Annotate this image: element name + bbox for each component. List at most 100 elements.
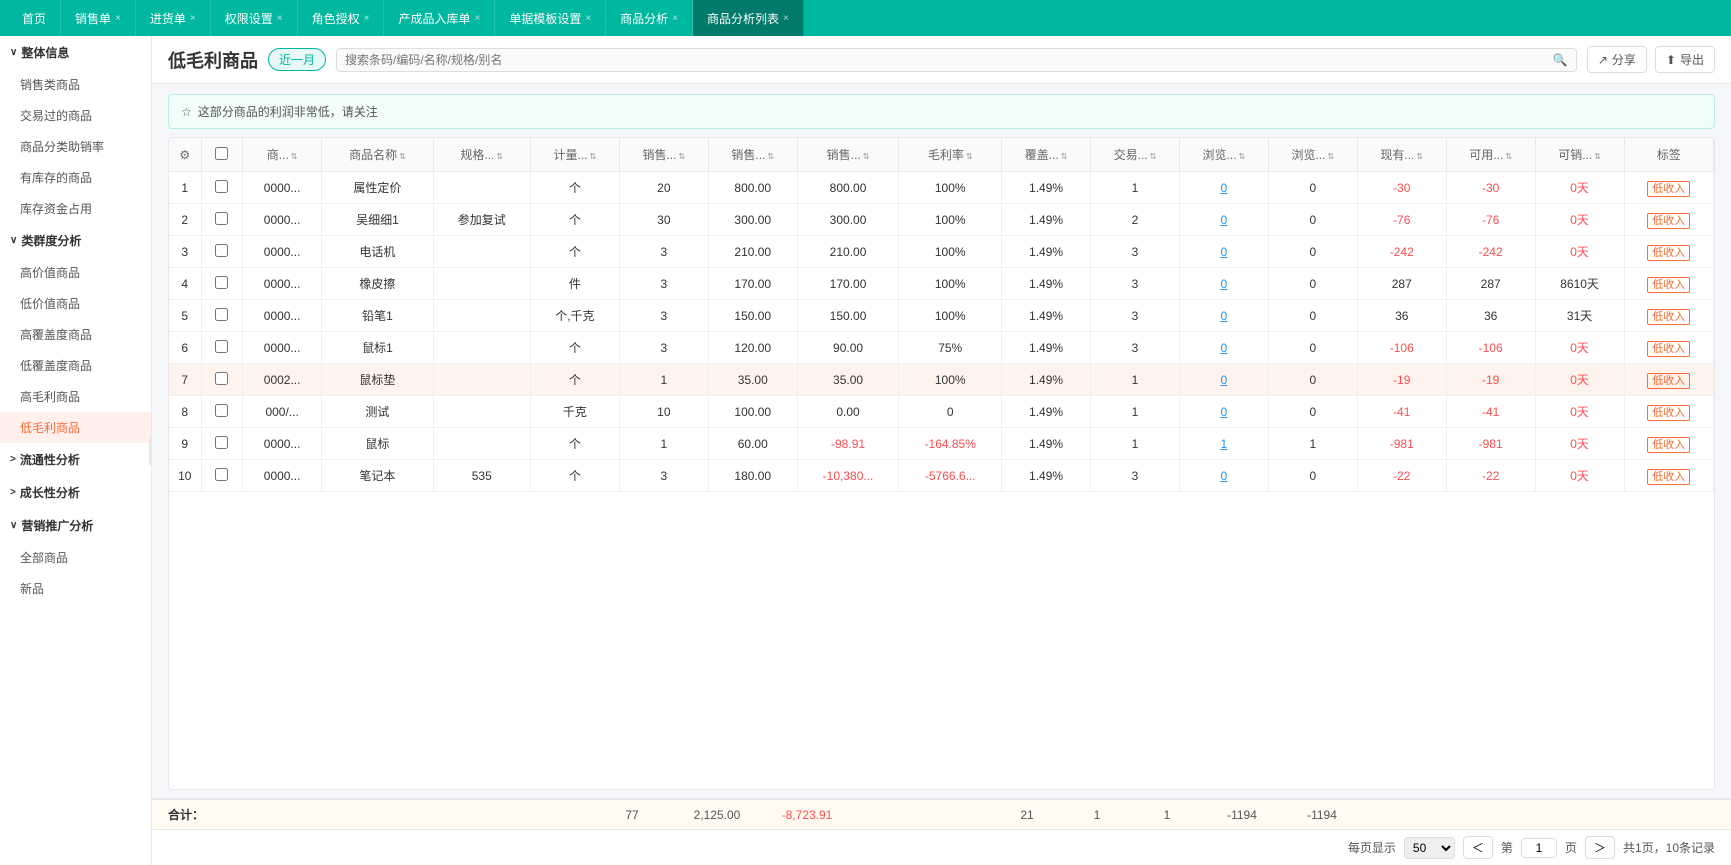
close-icon[interactable]: × [474,13,480,24]
view1-link[interactable]: 0 [1221,373,1228,387]
sidebar-collapse-button[interactable]: « [149,437,152,465]
column-current-stock[interactable]: 现有...⇅ [1357,138,1446,172]
close-icon[interactable]: × [115,13,121,24]
nav-product-entry[interactable]: 产成品入库单 × [384,0,495,36]
column-sales-qty[interactable]: 销售...⇅ [619,138,708,172]
row-checkbox[interactable] [215,340,228,353]
cell-view1[interactable]: 1 [1179,428,1268,460]
sidebar-group-marketing[interactable]: ∨ 营销推广分析 [0,509,151,542]
nav-role-auth[interactable]: 角色授权 × [298,0,385,36]
cell-view1[interactable]: 0 [1179,236,1268,268]
nav-product-analysis[interactable]: 商品分析 × [606,0,693,36]
row-checkbox[interactable] [215,436,228,449]
cell-view1[interactable]: 0 [1179,396,1268,428]
column-sales-price[interactable]: 销售...⇅ [708,138,797,172]
view1-link[interactable]: 0 [1221,245,1228,259]
row-checkbox[interactable] [215,372,228,385]
close-icon[interactable]: × [277,13,283,24]
cell-view1[interactable]: 0 [1179,204,1268,236]
view1-link[interactable]: 0 [1221,181,1228,195]
nav-purchase-order[interactable]: 进货单 × [136,0,211,36]
column-name[interactable]: 商品名称⇅ [322,138,433,172]
cell-view1[interactable]: 0 [1179,268,1268,300]
next-page-button[interactable]: ＞ [1585,836,1615,859]
column-available-stock[interactable]: 可用...⇅ [1446,138,1535,172]
view1-link[interactable]: 0 [1221,213,1228,227]
sidebar-item-low-value[interactable]: 低价值商品 [0,288,151,319]
cell-view1[interactable]: 0 [1179,172,1268,204]
cell-checkbox[interactable] [201,396,242,428]
sidebar-item-all-products[interactable]: 全部商品 [0,542,151,573]
sidebar-item-category-rate[interactable]: 商品分类助销率 [0,131,151,162]
cell-checkbox[interactable] [201,300,242,332]
column-checkbox[interactable] [201,138,242,172]
sidebar-item-low-margin[interactable]: 低毛利商品 [0,412,151,443]
sidebar-item-high-coverage[interactable]: 高覆盖度商品 [0,319,151,350]
cell-checkbox[interactable] [201,460,242,492]
cell-view1[interactable]: 0 [1179,364,1268,396]
view1-link[interactable]: 1 [1221,437,1228,451]
sidebar-group-overall[interactable]: ∨ 整体信息 [0,36,151,69]
column-view2[interactable]: 浏览...⇅ [1268,138,1357,172]
close-icon[interactable]: × [190,13,196,24]
row-checkbox[interactable] [215,308,228,321]
column-spec[interactable]: 规格...⇅ [433,138,530,172]
close-icon[interactable]: × [585,13,591,24]
row-checkbox[interactable] [215,404,228,417]
sidebar-item-low-coverage[interactable]: 低覆盖度商品 [0,350,151,381]
cell-checkbox[interactable] [201,204,242,236]
select-all-checkbox[interactable] [215,147,228,160]
date-filter-button[interactable]: 近一月 [268,48,326,71]
sidebar-group-liquidity[interactable]: > 流通性分析 [0,443,151,476]
sidebar-group-growth[interactable]: > 成长性分析 [0,476,151,509]
view1-link[interactable]: 0 [1221,341,1228,355]
prev-page-button[interactable]: ＜ [1463,836,1493,859]
sidebar-item-high-value[interactable]: 高价值商品 [0,257,151,288]
search-input[interactable] [345,53,1549,67]
column-view1[interactable]: 浏览...⇅ [1179,138,1268,172]
row-checkbox[interactable] [215,212,228,225]
view1-link[interactable]: 0 [1221,309,1228,323]
row-checkbox[interactable] [215,468,228,481]
sidebar-item-sales-products[interactable]: 销售类商品 [0,69,151,100]
sidebar-item-high-margin[interactable]: 高毛利商品 [0,381,151,412]
row-checkbox[interactable] [215,244,228,257]
cell-checkbox[interactable] [201,236,242,268]
view1-link[interactable]: 0 [1221,405,1228,419]
cell-view1[interactable]: 0 [1179,332,1268,364]
share-button[interactable]: ↗ 分享 [1587,46,1647,73]
sidebar-item-traded-products[interactable]: 交易过的商品 [0,100,151,131]
sidebar-group-cluster[interactable]: ∨ 类群度分析 [0,224,151,257]
sidebar-item-stocked-products[interactable]: 有库存的商品 [0,162,151,193]
nav-template-settings[interactable]: 单据模板设置 × [495,0,606,36]
nav-sales-order[interactable]: 销售单 × [61,0,136,36]
view1-link[interactable]: 0 [1221,277,1228,291]
column-code[interactable]: 商...⇅ [242,138,321,172]
cell-view1[interactable]: 0 [1179,300,1268,332]
search-icon[interactable]: 🔍 [1553,53,1568,67]
column-coverage[interactable]: 覆盖...⇅ [1002,138,1091,172]
page-number-input[interactable] [1521,838,1557,858]
column-tag[interactable]: 标签 [1624,138,1713,172]
nav-product-analysis-list[interactable]: 商品分析列表 × [693,0,804,36]
cell-checkbox[interactable] [201,364,242,396]
sidebar-item-stock-capital[interactable]: 库存资金占用 [0,193,151,224]
row-checkbox[interactable] [215,180,228,193]
cell-checkbox[interactable] [201,332,242,364]
cell-view1[interactable]: 0 [1179,460,1268,492]
column-unit[interactable]: 计量...⇅ [530,138,619,172]
column-settings[interactable]: ⚙ [169,138,201,172]
close-icon[interactable]: × [783,13,789,24]
nav-home[interactable]: 首页 [8,0,61,36]
nav-permission[interactable]: 权限设置 × [211,0,298,36]
row-checkbox[interactable] [215,276,228,289]
cell-checkbox[interactable] [201,172,242,204]
sidebar-item-new-products[interactable]: 新品 [0,573,151,604]
column-trade[interactable]: 交易...⇅ [1091,138,1180,172]
close-icon[interactable]: × [672,13,678,24]
cell-checkbox[interactable] [201,268,242,300]
per-page-select[interactable]: 50 100 200 [1404,837,1455,859]
view1-link[interactable]: 0 [1221,469,1228,483]
column-sales-amount[interactable]: 销售...⇅ [797,138,899,172]
close-icon[interactable]: × [364,13,370,24]
